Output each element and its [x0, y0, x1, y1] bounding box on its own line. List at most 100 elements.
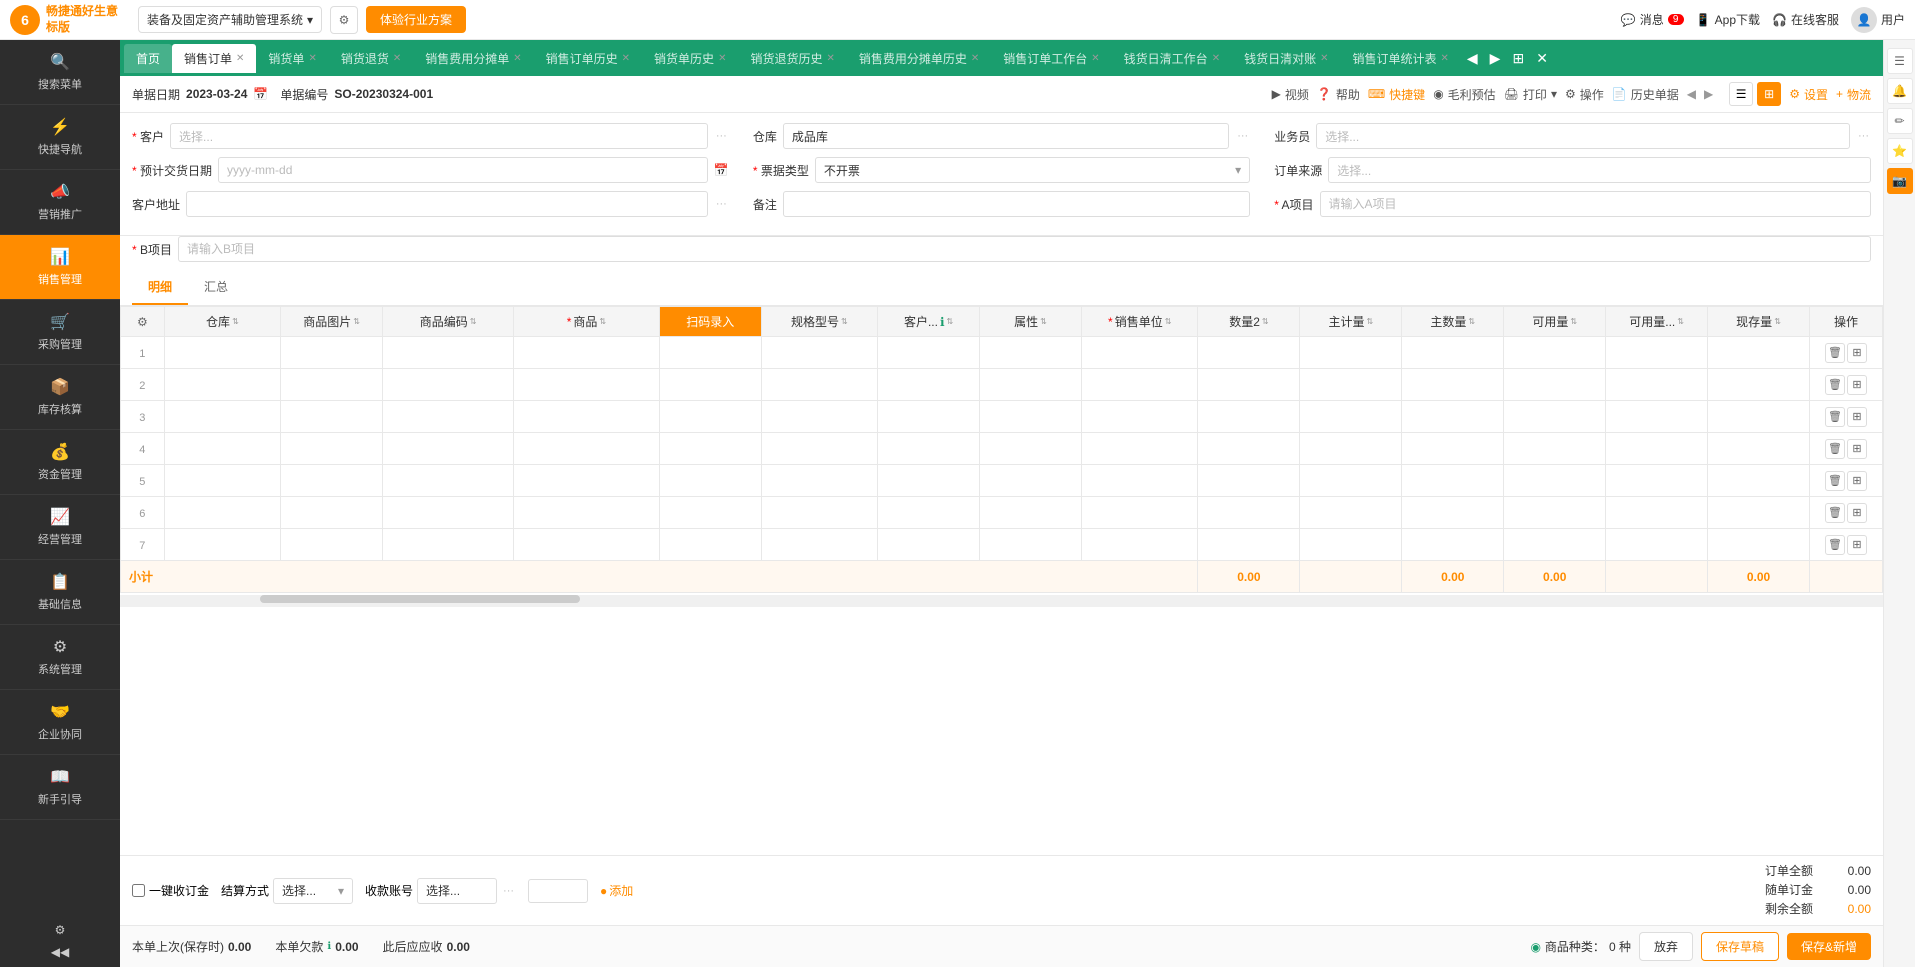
row-copy-btn-5[interactable]: ⊞ [1847, 471, 1867, 491]
customer-ellipsis-btn[interactable]: ··· [714, 130, 729, 142]
settings-panel-btn[interactable]: ⚙ 设置 [1789, 86, 1828, 103]
tab-summary[interactable]: 汇总 [188, 270, 244, 305]
tab-sales-return[interactable]: 销货退货 ✕ [329, 44, 413, 73]
help-btn[interactable]: ❓ 帮助 [1317, 86, 1360, 103]
sort-customer-order[interactable]: 客户... ℹ ⇅ [882, 313, 975, 330]
tab-sales-expense[interactable]: 销售费用分摊单 ✕ [413, 44, 533, 73]
grid-view-btn[interactable]: ⊞ [1757, 82, 1781, 106]
online-service-btn[interactable]: 🎧 在线客服 [1772, 11, 1839, 28]
system-selector[interactable]: 装备及固定资产辅助管理系统 ▾ [138, 6, 322, 33]
tab-sales-bill-close[interactable]: ✕ [308, 53, 316, 64]
tab-sales-expense-history[interactable]: 销售费用分摊单历史 ✕ [847, 44, 991, 73]
sort-warehouse[interactable]: 仓库 ⇅ [169, 313, 276, 330]
calendar2-icon[interactable]: 📅 [714, 163, 729, 177]
row-delete-btn-6[interactable]: 🗑 [1825, 503, 1845, 523]
sidebar-settings-btn[interactable]: ⚙ [55, 923, 66, 937]
sidebar-item-search[interactable]: 🔍 搜索菜单 [0, 40, 120, 105]
horizontal-scrollbar[interactable] [120, 595, 1883, 607]
sidebar-item-system[interactable]: ⚙ 系统管理 [0, 625, 120, 690]
account-ellipsis-btn[interactable]: ··· [501, 885, 516, 897]
tab-sales-expense-close[interactable]: ✕ [513, 53, 521, 64]
save-draft-btn[interactable]: 保存草稿 [1701, 932, 1779, 961]
delivery-date-input[interactable] [218, 157, 708, 183]
row-delete-btn-4[interactable]: 🗑 [1825, 439, 1845, 459]
tab-sales-return-history-close[interactable]: ✕ [826, 53, 834, 64]
row-copy-btn-7[interactable]: ⊞ [1847, 535, 1867, 555]
sort-product[interactable]: * 商品 ⇅ [518, 313, 655, 330]
note-input[interactable] [783, 191, 1250, 217]
discard-btn[interactable]: 放弃 [1639, 932, 1693, 961]
sidebar-item-sales[interactable]: 📊 销售管理 [0, 235, 120, 300]
list-view-btn[interactable]: ☰ [1729, 82, 1753, 106]
toolbar-next-btn[interactable]: ▶ [1704, 87, 1713, 101]
row-delete-btn-7[interactable]: 🗑 [1825, 535, 1845, 555]
tab-next-btn[interactable]: ▶ [1484, 46, 1507, 71]
sidebar-item-inventory[interactable]: 📦 库存核算 [0, 365, 120, 430]
sort-stock[interactable]: 现存量 ⇅ [1712, 313, 1805, 330]
sort-unit[interactable]: * 销售单位 ⇅ [1086, 313, 1193, 330]
tab-sales-order[interactable]: 销售订单 ✕ [172, 44, 256, 73]
toolbar-prev-btn[interactable]: ◀ [1687, 87, 1696, 101]
customer-addr-ellipsis-btn[interactable]: ··· [714, 198, 729, 210]
order-source-input[interactable]: 选择... [1328, 157, 1871, 183]
row-copy-btn-1[interactable]: ⊞ [1847, 343, 1867, 363]
sidebar-item-enterprise[interactable]: 🤝 企业协同 [0, 690, 120, 755]
sort-quantity2[interactable]: 数量2 ⇅ [1202, 313, 1295, 330]
warehouse-input[interactable]: 成品库 [783, 123, 1229, 149]
tab-sales-order-close[interactable]: ✕ [236, 53, 244, 64]
message-btn[interactable]: 💬 消息 9 [1621, 11, 1684, 28]
tab-sales-bill-history[interactable]: 销货单历史 ✕ [642, 44, 738, 73]
save-new-btn[interactable]: 保存&新增 [1787, 933, 1871, 960]
row-delete-btn-2[interactable]: 🗑 [1825, 375, 1845, 395]
tab-sales-bill[interactable]: 销货单 ✕ [256, 44, 328, 73]
right-panel-btn-2[interactable]: 🔔 [1887, 78, 1913, 104]
salesperson-input[interactable]: 选择... [1316, 123, 1850, 149]
right-panel-btn-5[interactable]: 📷 [1887, 168, 1913, 194]
tab-sales-order-history[interactable]: 销售订单历史 ✕ [534, 44, 642, 73]
row-delete-btn-3[interactable]: 🗑 [1825, 407, 1845, 427]
sidebar-item-shortcuts[interactable]: ⚡ 快捷导航 [0, 105, 120, 170]
tab-sales-stats-close[interactable]: ✕ [1441, 53, 1449, 64]
row-copy-btn-6[interactable]: ⊞ [1847, 503, 1867, 523]
sort-product-img[interactable]: 商品图片 ⇅ [285, 313, 378, 330]
row-delete-btn-1[interactable]: 🗑 [1825, 343, 1845, 363]
row-copy-btn-3[interactable]: ⊞ [1847, 407, 1867, 427]
tab-sales-return-history[interactable]: 销货退货历史 ✕ [738, 44, 846, 73]
calendar-icon[interactable]: 📅 [253, 87, 268, 101]
sidebar-item-operations[interactable]: 📈 经营管理 [0, 495, 120, 560]
invoice-select[interactable]: 不开票 ▾ [815, 157, 1250, 183]
tab-expand-btn[interactable]: ⊞ [1506, 46, 1530, 71]
th-settings[interactable]: ⚙ [121, 307, 165, 337]
tab-home[interactable]: 首页 [124, 44, 172, 73]
payment-method-select[interactable]: 选择... ▾ [273, 878, 353, 904]
salesperson-ellipsis-btn[interactable]: ··· [1856, 130, 1871, 142]
tab-sales-return-close[interactable]: ✕ [393, 53, 401, 64]
tab-sales-workbench[interactable]: 销售订单工作台 ✕ [991, 44, 1111, 73]
row-copy-btn-4[interactable]: ⊞ [1847, 439, 1867, 459]
one-click-checkbox[interactable]: 一键收订金 [132, 882, 209, 899]
amount-input[interactable]: 0.00 [528, 879, 588, 903]
sort-product-code[interactable]: 商品编码 ⇅ [387, 313, 509, 330]
profit-btn[interactable]: ◉ 毛利预估 [1433, 86, 1496, 103]
account-select[interactable]: 选择... [417, 878, 497, 904]
tab-sales-stats[interactable]: 销售订单统计表 ✕ [1340, 44, 1460, 73]
right-panel-btn-4[interactable]: ⭐ [1887, 138, 1913, 164]
operation-btn[interactable]: ⚙ 操作 [1565, 86, 1604, 103]
print-btn[interactable]: 🖨 打印 ▾ [1504, 86, 1557, 103]
tab-daily-clear[interactable]: 钱货日清工作台 ✕ [1112, 44, 1232, 73]
customer-addr-input[interactable] [186, 191, 708, 217]
tab-sales-order-history-close[interactable]: ✕ [622, 53, 630, 64]
tab-daily-reconcile-close[interactable]: ✕ [1320, 53, 1328, 64]
sort-attribute[interactable]: 属性 ⇅ [984, 313, 1077, 330]
sort-spec[interactable]: 规格型号 ⇅ [766, 313, 873, 330]
customer-input[interactable]: 选择... [170, 123, 708, 149]
right-panel-btn-3[interactable]: ✏ [1887, 108, 1913, 134]
row-delete-btn-5[interactable]: 🗑 [1825, 471, 1845, 491]
shortcuts-btn[interactable]: ⌨ 快捷键 [1368, 86, 1425, 103]
row-copy-btn-2[interactable]: ⊞ [1847, 375, 1867, 395]
b-project-input[interactable] [178, 236, 1871, 262]
sidebar-item-marketing[interactable]: 📣 营销推广 [0, 170, 120, 235]
column-settings-icon[interactable]: ⚙ [137, 315, 148, 329]
industry-btn[interactable]: 体验行业方案 [366, 6, 466, 33]
tab-sales-workbench-close[interactable]: ✕ [1091, 53, 1099, 64]
